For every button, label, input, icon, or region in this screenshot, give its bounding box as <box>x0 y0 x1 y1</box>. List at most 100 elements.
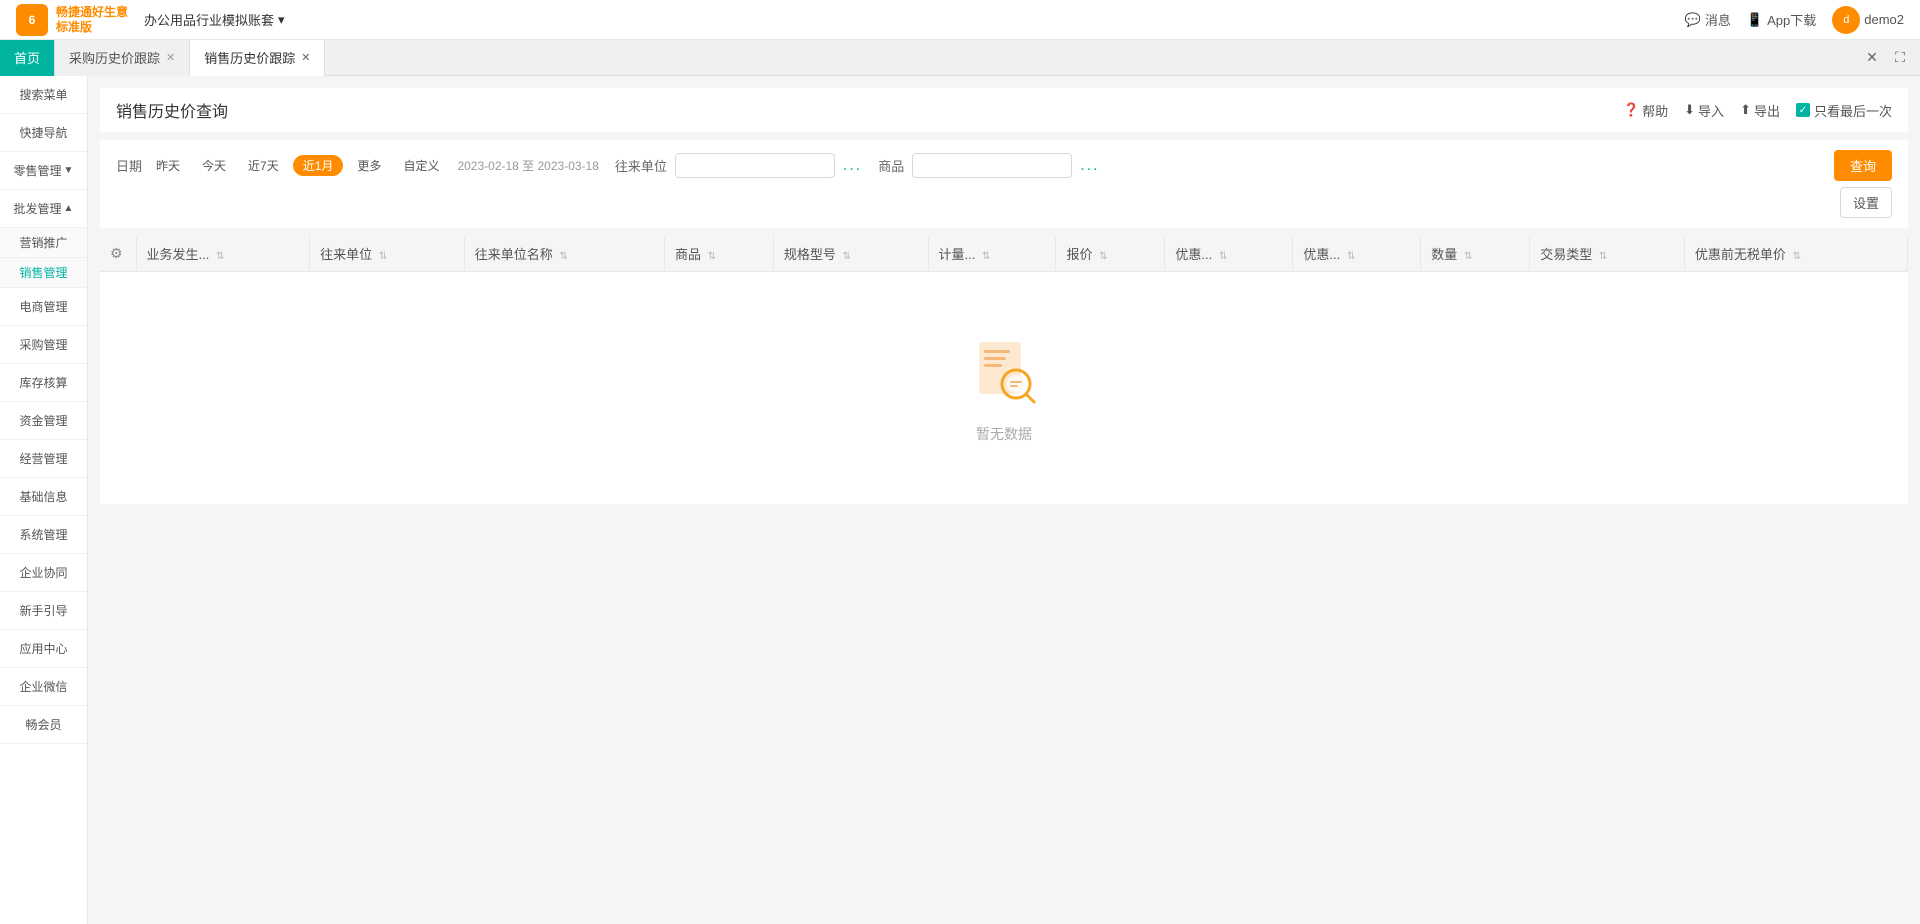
tabbar: 首页 采购历史价跟踪 ✕ 销售历史价跟踪 ✕ ✕ ⛶ <box>0 40 1920 76</box>
settings-button[interactable]: 设置 <box>1840 187 1892 218</box>
topbar-right: 💬 消息 📱 App下载 d demo2 <box>1685 6 1904 34</box>
tab-home[interactable]: 首页 <box>0 40 55 76</box>
sidebar-item-wholesale[interactable]: 批发管理 ▲ <box>0 190 87 228</box>
date-btn-custom[interactable]: 自定义 <box>395 155 447 176</box>
goods-dots[interactable]: ... <box>1080 157 1099 175</box>
close-tab-button[interactable]: ✕ <box>1862 48 1882 68</box>
sort-icon: ⇅ <box>1099 251 1107 262</box>
sort-icon: ⇅ <box>1219 251 1227 262</box>
col-trade-type[interactable]: 交易类型 ⇅ <box>1530 236 1685 272</box>
sidebar-item-guide[interactable]: 新手引导 <box>0 592 87 630</box>
table-header: ⚙ 业务发生... ⇅ 往来单位 ⇅ 往来单位名称 ⇅ <box>100 236 1908 272</box>
col-goods[interactable]: 商品 ⇅ <box>664 236 773 272</box>
main-layout: 搜索菜单 快捷导航 零售管理 ▼ 批发管理 ▲ 营销推广 销售管理 电商管理 采 <box>0 76 1920 924</box>
goods-filter-group: 商品 ... <box>878 153 1099 178</box>
sidebar-item-search[interactable]: 搜索菜单 <box>0 76 87 114</box>
partner-dots[interactable]: ... <box>843 157 862 175</box>
query-button[interactable]: 查询 <box>1834 150 1892 181</box>
tabbar-actions: ✕ ⛶ <box>1862 48 1920 68</box>
sort-icon: ⇅ <box>708 251 716 262</box>
avatar: d <box>1832 6 1860 34</box>
data-table-container: ⚙ 业务发生... ⇅ 往来单位 ⇅ 往来单位名称 ⇅ <box>100 236 1908 504</box>
chevron-up-icon: ▲ <box>64 203 74 214</box>
sort-icon: ⇅ <box>843 251 851 262</box>
tab-purchase-history[interactable]: 采购历史价跟踪 ✕ <box>55 40 190 76</box>
col-unit[interactable]: 计量... ⇅ <box>928 236 1056 272</box>
col-biz-date[interactable]: 业务发生... ⇅ <box>136 236 310 272</box>
message-icon: 💬 <box>1685 12 1701 28</box>
sidebar-item-basic-info[interactable]: 基础信息 <box>0 478 87 516</box>
page-actions: ❓ 帮助 ⬇ 导入 ⬆ 导出 ✓ 只看最后一次 <box>1623 101 1892 120</box>
message-button[interactable]: 💬 消息 <box>1685 10 1731 29</box>
sidebar-item-purchase[interactable]: 采购管理 <box>0 326 87 364</box>
date-btn-today[interactable]: 今天 <box>194 155 234 176</box>
import-button[interactable]: ⬇ 导入 <box>1684 101 1724 120</box>
user-profile[interactable]: d demo2 <box>1832 6 1904 34</box>
goods-label: 商品 <box>878 156 904 175</box>
sidebar-item-ecommerce[interactable]: 电商管理 <box>0 288 87 326</box>
date-btn-last1m[interactable]: 近1月 <box>293 155 344 176</box>
sidebar-item-marketing[interactable]: 营销推广 <box>0 228 87 258</box>
phone-icon: 📱 <box>1747 12 1763 28</box>
filter-buttons: 查询 <box>1834 150 1892 181</box>
gear-icon[interactable]: ⚙ <box>110 245 123 261</box>
partner-label: 往来单位 <box>615 156 667 175</box>
date-range-display: 2023-02-18 至 2023-03-18 <box>457 157 598 174</box>
help-button[interactable]: ❓ 帮助 <box>1623 101 1668 120</box>
sort-icon: ⇅ <box>1347 251 1355 262</box>
sort-icon: ⇅ <box>216 251 224 262</box>
sidebar: 搜索菜单 快捷导航 零售管理 ▼ 批发管理 ▲ 营销推广 销售管理 电商管理 采 <box>0 76 88 924</box>
sort-icon: ⇅ <box>559 251 567 262</box>
empty-state: 暂无数据 <box>100 272 1908 504</box>
date-btn-more[interactable]: 更多 <box>349 155 389 176</box>
sidebar-item-operation[interactable]: 经营管理 <box>0 440 87 478</box>
brand-name: 畅捷通好生意 标准版 <box>56 5 128 34</box>
col-pretax-price[interactable]: 优惠前无税单价 ⇅ <box>1684 236 1907 272</box>
dropdown-arrow-icon: ▾ <box>278 12 285 28</box>
page-title-bar: 销售历史价查询 ❓ 帮助 ⬇ 导入 ⬆ 导出 ✓ 只看最后一次 <box>100 88 1908 132</box>
tab-sales-history-close[interactable]: ✕ <box>301 51 310 64</box>
sidebar-item-member[interactable]: 畅会员 <box>0 706 87 744</box>
col-discount1[interactable]: 优惠... ⇅ <box>1165 236 1293 272</box>
empty-text: 暂无数据 <box>976 424 1032 444</box>
app-title-dropdown[interactable]: 办公用品行业模拟账套 ▾ <box>136 10 293 29</box>
date-label: 日期 <box>116 156 142 175</box>
sidebar-item-finance[interactable]: 资金管理 <box>0 402 87 440</box>
filter-bar: 日期 昨天 今天 近7天 近1月 更多 自定义 2023-02-18 至 202… <box>100 140 1908 228</box>
page-title: 销售历史价查询 <box>116 98 228 122</box>
sidebar-item-wechat[interactable]: 企业微信 <box>0 668 87 706</box>
sidebar-item-enterprise[interactable]: 企业协同 <box>0 554 87 592</box>
col-qty[interactable]: 数量 ⇅ <box>1421 236 1530 272</box>
last-only-checkbox[interactable]: ✓ 只看最后一次 <box>1796 101 1892 120</box>
date-btn-yesterday[interactable]: 昨天 <box>148 155 188 176</box>
col-spec[interactable]: 规格型号 ⇅ <box>773 236 928 272</box>
empty-illustration <box>964 332 1044 412</box>
sort-icon: ⇅ <box>982 251 990 262</box>
tab-sales-history[interactable]: 销售历史价跟踪 ✕ <box>190 40 325 76</box>
sidebar-item-shortcut[interactable]: 快捷导航 <box>0 114 87 152</box>
sidebar-item-retail[interactable]: 零售管理 ▼ <box>0 152 87 190</box>
date-btn-last7[interactable]: 近7天 <box>240 155 287 176</box>
import-icon: ⬇ <box>1684 102 1695 118</box>
help-icon: ❓ <box>1623 102 1639 118</box>
sidebar-item-app-center[interactable]: 应用中心 <box>0 630 87 668</box>
checkbox-icon: ✓ <box>1796 103 1810 117</box>
sidebar-item-system[interactable]: 系统管理 <box>0 516 87 554</box>
filter-row: 日期 昨天 今天 近7天 近1月 更多 自定义 2023-02-18 至 202… <box>116 150 1892 181</box>
sort-icon: ⇅ <box>1599 251 1607 262</box>
col-partner-name[interactable]: 往来单位名称 ⇅ <box>464 236 664 272</box>
app-download-button[interactable]: 📱 App下载 <box>1747 10 1816 29</box>
col-quote[interactable]: 报价 ⇅ <box>1056 236 1165 272</box>
logo-icon: 6 <box>16 4 48 36</box>
content-area: 销售历史价查询 ❓ 帮助 ⬇ 导入 ⬆ 导出 ✓ 只看最后一次 <box>88 76 1920 924</box>
export-button[interactable]: ⬆ 导出 <box>1740 101 1780 120</box>
maximize-button[interactable]: ⛶ <box>1890 48 1910 68</box>
sidebar-item-inventory[interactable]: 库存核算 <box>0 364 87 402</box>
tab-purchase-history-close[interactable]: ✕ <box>166 51 175 64</box>
goods-input[interactable] <box>912 153 1072 178</box>
col-discount2[interactable]: 优惠... ⇅ <box>1293 236 1421 272</box>
partner-input[interactable] <box>675 153 835 178</box>
chevron-down-icon: ▼ <box>64 165 74 176</box>
sidebar-item-sales-mgmt[interactable]: 销售管理 <box>0 258 87 288</box>
col-partner-code[interactable]: 往来单位 ⇅ <box>310 236 465 272</box>
